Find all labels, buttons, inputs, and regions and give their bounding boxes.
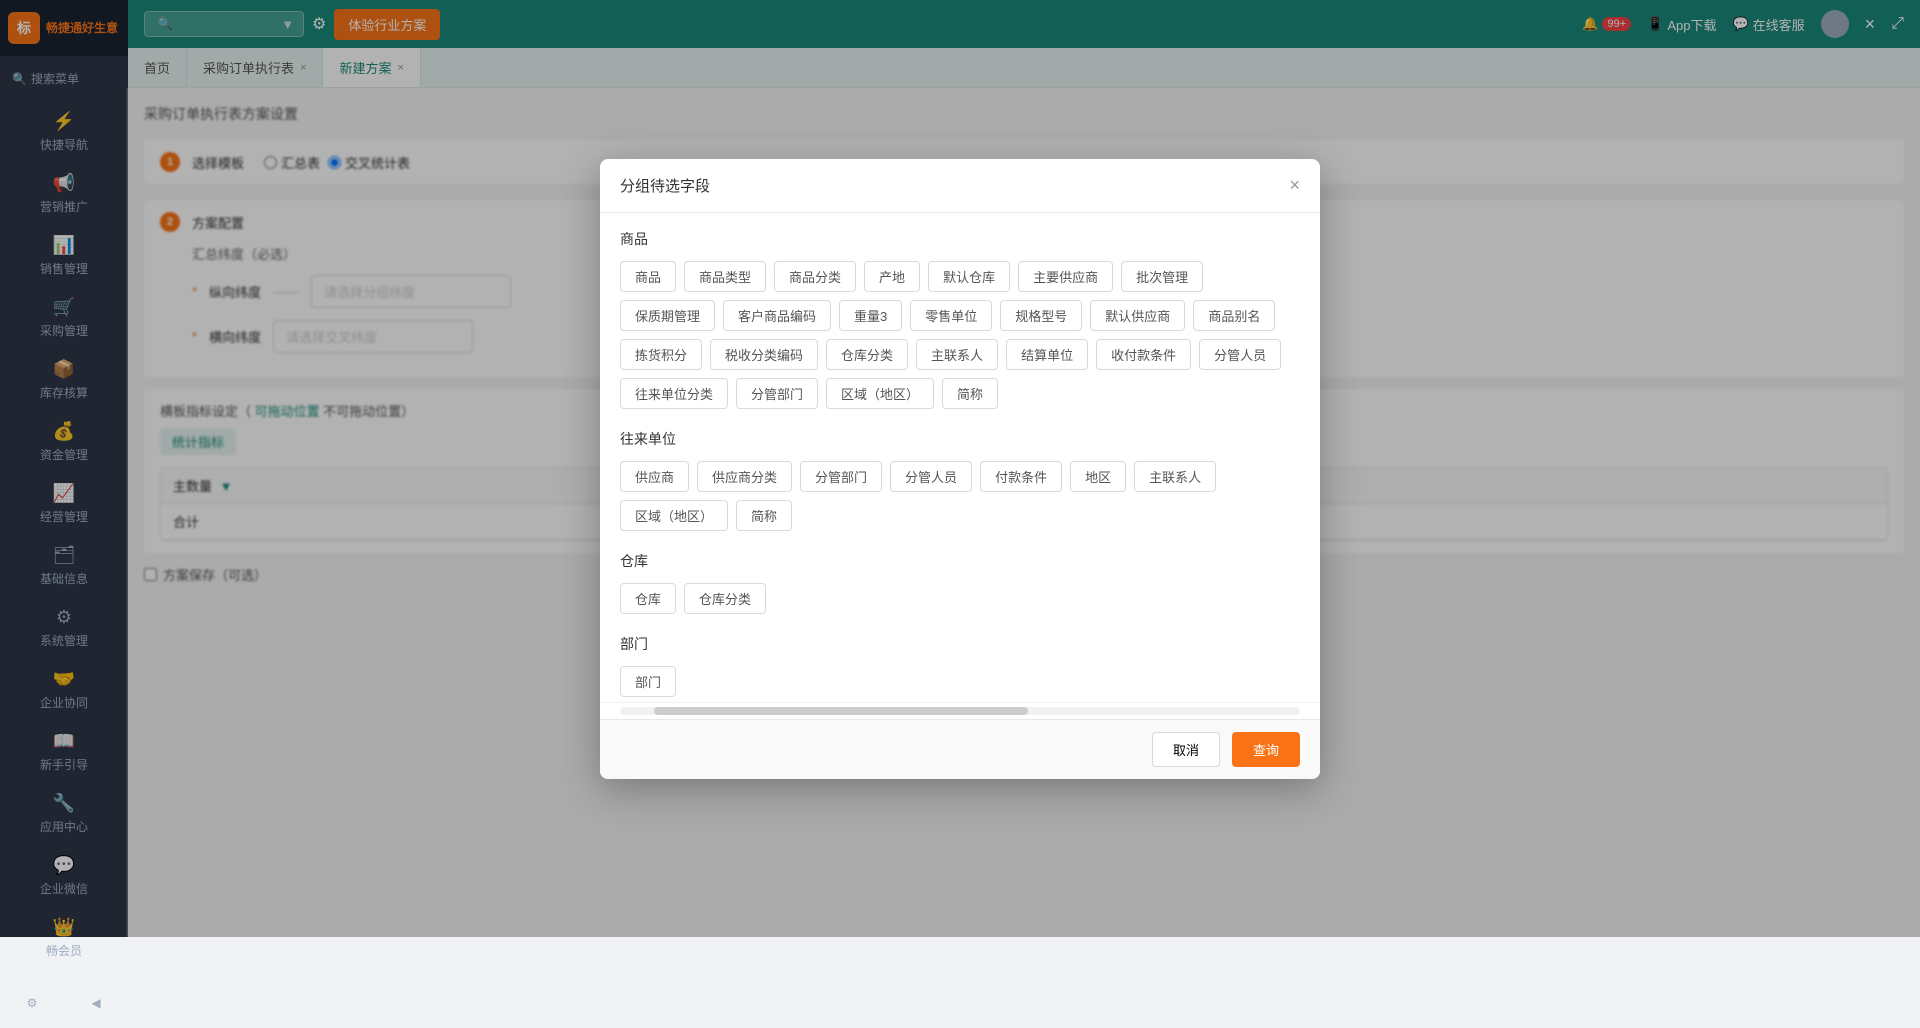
modal-close-button[interactable]: × [1289, 176, 1300, 194]
modal-hscroll-area [600, 702, 1320, 719]
field-tag-default-warehouse[interactable]: 默认仓库 [928, 261, 1010, 292]
field-group-partner-title: 往来单位 [620, 429, 1300, 449]
field-tag-origin[interactable]: 产地 [864, 261, 920, 292]
field-tag-manage-dept2[interactable]: 分管部门 [800, 461, 882, 492]
field-tag-batch-mgmt[interactable]: 批次管理 [1121, 261, 1203, 292]
sidebar-settings-btn[interactable]: ⚙ [0, 986, 64, 1020]
modal-title: 分组待选字段 [620, 175, 710, 196]
collapse-icon: ◀ [91, 996, 100, 1010]
field-tag-supplier-category[interactable]: 供应商分类 [697, 461, 792, 492]
field-tags-partner: 供应商 供应商分类 分管部门 分管人员 付款条件 地区 主联系人 区域（地区） … [620, 461, 1300, 531]
field-group-goods-title: 商品 [620, 229, 1300, 249]
field-group-partner: 往来单位 供应商 供应商分类 分管部门 分管人员 付款条件 地区 主联系人 区域… [620, 429, 1300, 531]
field-tag-pick-points[interactable]: 拣货积分 [620, 339, 702, 370]
sidebar-collapse-btn[interactable]: ◀ [64, 986, 128, 1020]
field-tag-retail-unit[interactable]: 零售单位 [910, 300, 992, 331]
modal-confirm-button[interactable]: 查询 [1232, 732, 1300, 767]
field-group-warehouse-title: 仓库 [620, 551, 1300, 571]
field-tag-warehouse-cat[interactable]: 仓库分类 [684, 583, 766, 614]
field-tag-supervisor[interactable]: 分管人员 [1199, 339, 1281, 370]
field-tag-goods-type[interactable]: 商品类型 [684, 261, 766, 292]
field-tag-short-name[interactable]: 简称 [942, 378, 998, 409]
field-group-warehouse: 仓库 仓库 仓库分类 [620, 551, 1300, 614]
sidebar-divider [13, 973, 115, 974]
field-tag-expiry-mgmt[interactable]: 保质期管理 [620, 300, 715, 331]
field-group-goods: 商品 商品 商品类型 商品分类 产地 默认仓库 主要供应商 批次管理 保质期管理… [620, 229, 1300, 409]
field-tag-settlement-unit[interactable]: 结算单位 [1006, 339, 1088, 370]
field-group-dept-title: 部门 [620, 634, 1300, 654]
field-tag-customer-code[interactable]: 客户商品编码 [723, 300, 831, 331]
modal-hscroll-track [620, 707, 1300, 715]
field-tag-main-contact[interactable]: 主联系人 [916, 339, 998, 370]
modal-body: 商品 商品 商品类型 商品分类 产地 默认仓库 主要供应商 批次管理 保质期管理… [600, 213, 1320, 702]
modal-cancel-button[interactable]: 取消 [1152, 732, 1220, 767]
field-group-dept: 部门 部门 [620, 634, 1300, 697]
field-tag-warehouse-category[interactable]: 仓库分类 [826, 339, 908, 370]
field-tag-spec-model[interactable]: 规格型号 [1000, 300, 1082, 331]
modal-footer: 取消 查询 [600, 719, 1320, 779]
field-tag-default-supplier[interactable]: 默认供应商 [1090, 300, 1185, 331]
modal-header: 分组待选字段 × [600, 159, 1320, 213]
field-tag-area[interactable]: 地区 [1070, 461, 1126, 492]
field-tag-warehouse[interactable]: 仓库 [620, 583, 676, 614]
field-tag-weight3[interactable]: 重量3 [839, 300, 902, 331]
field-tag-goods-category[interactable]: 商品分类 [774, 261, 856, 292]
field-tag-main-contact2[interactable]: 主联系人 [1134, 461, 1216, 492]
field-tag-manage-dept[interactable]: 分管部门 [736, 378, 818, 409]
field-tag-goods[interactable]: 商品 [620, 261, 676, 292]
field-tag-goods-alias[interactable]: 商品别名 [1193, 300, 1275, 331]
field-tags-goods: 商品 商品类型 商品分类 产地 默认仓库 主要供应商 批次管理 保质期管理 客户… [620, 261, 1300, 409]
sidebar-bottom: ⚙ ◀ [0, 969, 128, 1028]
field-tag-supplier[interactable]: 供应商 [620, 461, 689, 492]
field-tag-main-supplier[interactable]: 主要供应商 [1018, 261, 1113, 292]
field-tag-region[interactable]: 区域（地区） [826, 378, 934, 409]
settings-icon: ⚙ [27, 996, 38, 1010]
field-tag-tax-code[interactable]: 税收分类编码 [710, 339, 818, 370]
field-tags-dept: 部门 [620, 666, 1300, 697]
field-tag-region2[interactable]: 区域（地区） [620, 500, 728, 531]
field-tag-short-name2[interactable]: 简称 [736, 500, 792, 531]
field-tags-warehouse: 仓库 仓库分类 [620, 583, 1300, 614]
field-tag-payment-terms[interactable]: 收付款条件 [1096, 339, 1191, 370]
modal-hscroll-thumb[interactable] [654, 707, 1028, 715]
field-tag-dept[interactable]: 部门 [620, 666, 676, 697]
field-tag-payment-terms2[interactable]: 付款条件 [980, 461, 1062, 492]
field-tag-partner-category[interactable]: 往来单位分类 [620, 378, 728, 409]
field-select-modal: 分组待选字段 × 商品 商品 商品类型 商品分类 产地 默认仓库 主要供应商 批… [600, 159, 1320, 779]
field-tag-supervisor2[interactable]: 分管人员 [890, 461, 972, 492]
